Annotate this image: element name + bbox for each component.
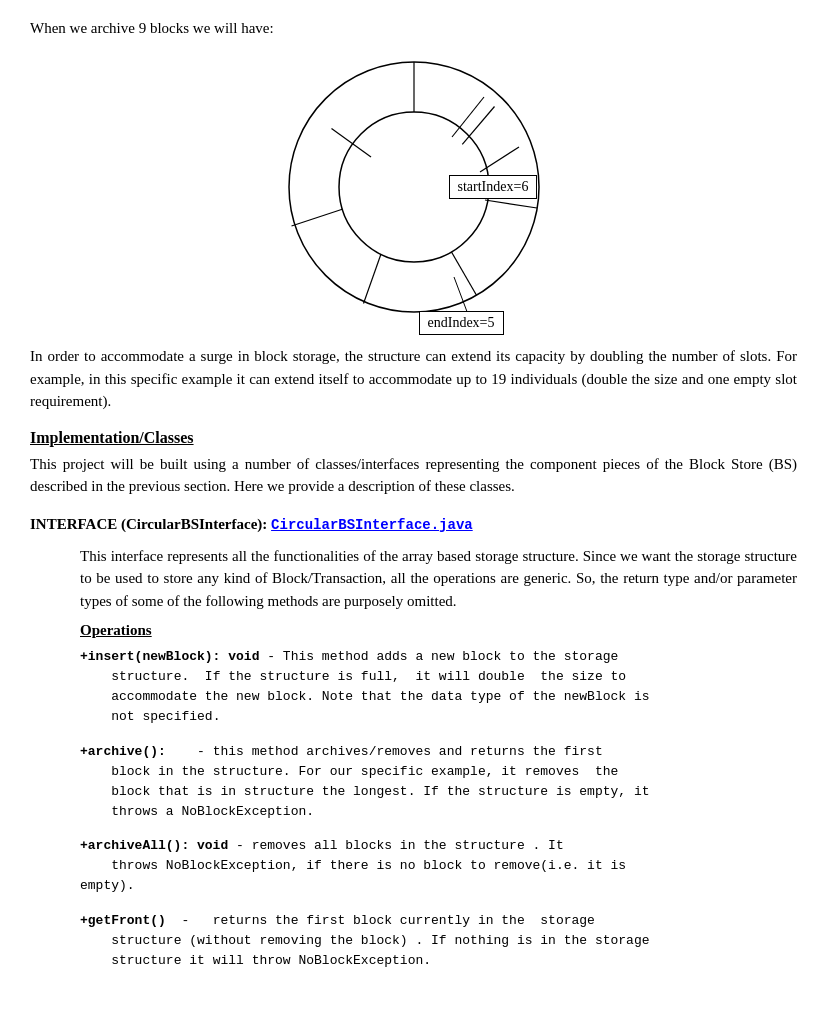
svg-line-8 — [331, 129, 371, 158]
method-archiveall: +archiveAll(): void - removes all blocks… — [80, 836, 797, 896]
svg-line-7 — [291, 209, 343, 226]
method-getfront: +getFront() - returns the first block cu… — [80, 911, 797, 971]
interface-link[interactable]: CircularBSInterface.java — [271, 517, 473, 533]
interface-desc: This interface represents all the functi… — [80, 545, 797, 613]
svg-line-5 — [451, 252, 476, 295]
intro-text: When we archive 9 blocks we will have: — [30, 20, 797, 37]
method-insert: +insert(newBlock): void - This method ad… — [80, 647, 797, 728]
svg-line-6 — [363, 254, 381, 304]
start-index-label: startIndex=6 — [449, 175, 538, 199]
implementation-heading: Implementation/Classes — [30, 429, 797, 447]
end-index-label: endIndex=5 — [419, 311, 504, 335]
svg-line-10 — [480, 147, 519, 172]
method-archive: +archive(): - this method archives/remov… — [80, 742, 797, 823]
svg-line-3 — [462, 107, 494, 145]
implementation-intro: This project will be built using a numbe… — [30, 453, 797, 498]
interface-heading-text: INTERFACE (CircularBSInterface): — [30, 516, 267, 532]
diagram-container: startIndex=6 endIndex=5 — [30, 47, 797, 327]
ring-diagram: startIndex=6 endIndex=5 — [274, 47, 554, 327]
svg-line-4 — [485, 200, 537, 208]
interface-heading: INTERFACE (CircularBSInterface): Circula… — [30, 516, 797, 533]
ops-heading: Operations — [80, 622, 797, 639]
svg-line-9 — [452, 97, 484, 137]
interface-content: This interface represents all the functi… — [80, 545, 797, 971]
description-text: In order to accommodate a surge in block… — [30, 345, 797, 413]
